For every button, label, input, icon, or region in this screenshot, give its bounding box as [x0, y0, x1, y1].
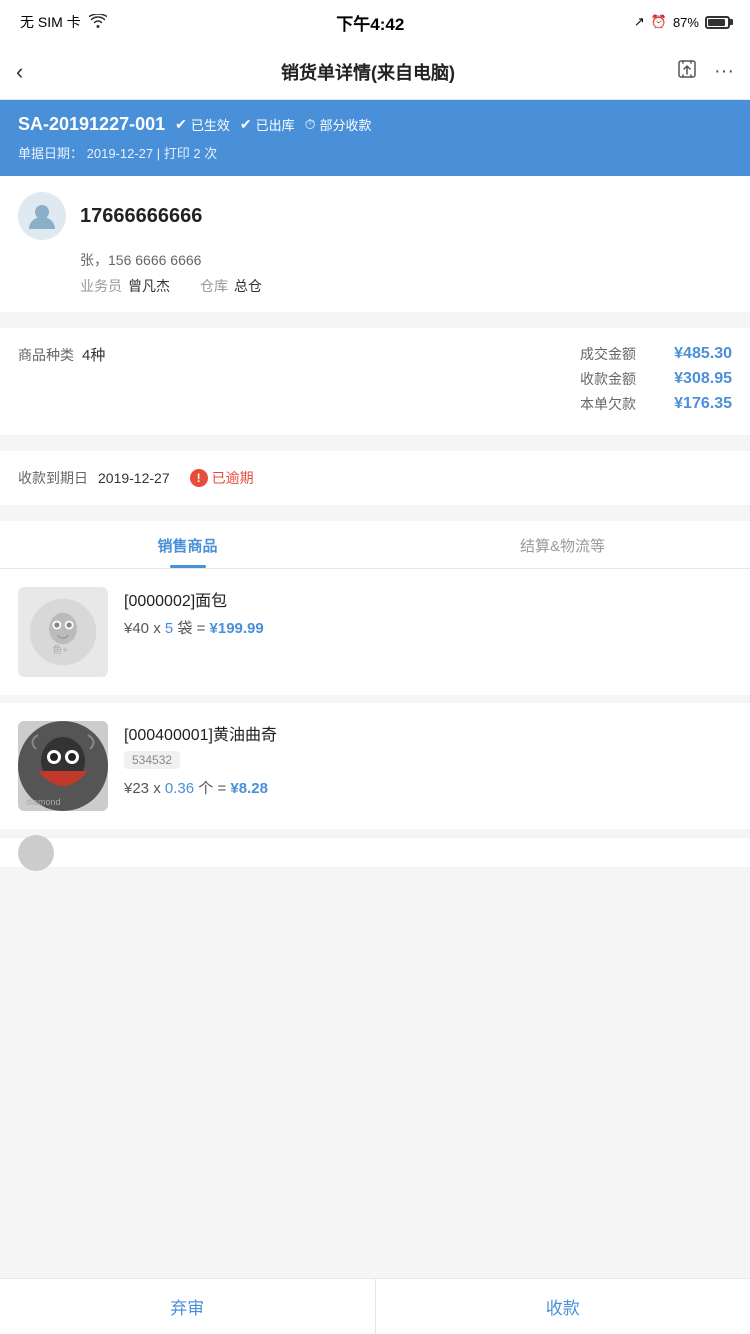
tab-settlement-logistics[interactable]: 结算&物流等: [375, 521, 750, 568]
cancel-button[interactable]: 弃审: [0, 1279, 376, 1334]
customer-section: 17666666666 张，156 6666 6666 业务员 曾凡杰 仓库 总…: [0, 176, 750, 312]
more-products-hint: [0, 837, 750, 867]
overdue-icon: !: [190, 469, 208, 487]
product-thumb-1: 鱼+: [18, 587, 108, 677]
page-content: SA-20191227-001 ✔ 已生效 ✔ 已出库 ⏱ 部分收款 单据日期：…: [0, 100, 750, 927]
status-time: 下午4:42: [336, 10, 404, 35]
product-code-name-2: [000400001]黄油曲奇: [124, 721, 732, 745]
status-partial-payment: ⏱ 部分收款: [305, 115, 372, 134]
due-date: 2019-12-27: [98, 470, 170, 486]
category-info: 商品种类 4种: [18, 344, 105, 365]
overdue-badge: ! 已逾期: [180, 465, 264, 491]
check-icon-1: ✔: [175, 116, 187, 133]
status-effective: ✔ 已生效: [175, 115, 230, 134]
order-number: SA-20191227-001: [18, 114, 165, 135]
amounts: 成交金额 ¥485.30 收款金额 ¥308.95 本单欠款 ¥176.35: [580, 344, 732, 419]
nav-bar: ‹ 销货单详情(来自电脑) ···: [0, 44, 750, 100]
order-header-banner: SA-20191227-001 ✔ 已生效 ✔ 已出库 ⏱ 部分收款 单据日期：…: [0, 100, 750, 176]
warehouse: 总仓: [234, 276, 262, 296]
share-icon[interactable]: [676, 58, 698, 86]
bottom-bar: 弃审 收款: [0, 1278, 750, 1334]
banner-top: SA-20191227-001 ✔ 已生效 ✔ 已出库 ⏱ 部分收款: [18, 114, 732, 135]
back-button[interactable]: ‹: [16, 50, 60, 94]
status-left: 无 SIM 卡: [20, 12, 107, 32]
svg-text:鱼+: 鱼+: [53, 644, 69, 656]
no-sim-text: 无 SIM 卡: [20, 12, 81, 32]
customer-name-phone: 张，156 6666 6666: [80, 250, 732, 270]
overdue-text: 已逾期: [212, 468, 254, 488]
summary-section: 商品种类 4种 成交金额 ¥485.30 收款金额 ¥308.95 本单欠款 ¥…: [0, 328, 750, 435]
product-tag-2: 534532: [124, 751, 180, 769]
more-icon[interactable]: ···: [714, 60, 734, 83]
status-shipped: ✔ 已出库: [240, 115, 295, 134]
product-qty-2: 0.36: [165, 780, 194, 797]
deal-amount-row: 成交金额 ¥485.30: [580, 344, 732, 364]
avatar: [18, 192, 66, 240]
debt-amount-row: 本单欠款 ¥176.35: [580, 394, 732, 414]
product-price-2: ¥23 x 0.36 个 = ¥8.28: [124, 777, 732, 798]
tab-sales-products[interactable]: 销售商品: [0, 521, 375, 568]
summary-grid: 商品种类 4种 成交金额 ¥485.30 收款金额 ¥308.95 本单欠款 ¥…: [18, 344, 732, 419]
battery-icon: [705, 16, 730, 29]
sales-person: 曾凡杰: [128, 276, 170, 296]
nav-actions: ···: [676, 58, 734, 86]
product-total-1: ¥199.99: [210, 620, 264, 637]
clock-icon: ⏱: [305, 116, 316, 133]
status-bar: 无 SIM 卡 下午4:42 ↗ ⏰ 87%: [0, 0, 750, 44]
page-title: 销货单详情(来自电脑): [281, 59, 455, 85]
order-date-line: 单据日期： 2019-12-27 | 打印 2 次: [18, 143, 732, 162]
product-qty-1: 5: [165, 620, 173, 637]
received-amount: ¥308.95: [652, 370, 732, 388]
product-code-name-1: [0000002]面包: [124, 587, 732, 611]
alarm-icon: ⏰: [651, 14, 667, 30]
status-tags: ✔ 已生效 ✔ 已出库 ⏱ 部分收款: [175, 115, 371, 134]
customer-phone: 17666666666: [80, 205, 202, 228]
product-info-1: [0000002]面包 ¥40 x 5 袋 = ¥199.99: [124, 587, 732, 638]
tabs-bar: 销售商品 结算&物流等: [0, 521, 750, 569]
confirm-button[interactable]: 收款: [376, 1279, 750, 1334]
svg-text:diamond: diamond: [26, 797, 61, 807]
check-icon-2: ✔: [240, 116, 252, 133]
location-icon: ↗: [634, 14, 645, 30]
customer-meta: 业务员 曾凡杰 仓库 总仓: [80, 276, 732, 296]
product-item-1: 鱼+ [0000002]面包 ¥40 x 5 袋 = ¥199.99: [0, 569, 750, 695]
debt-amount: ¥176.35: [652, 395, 732, 413]
wifi-icon: [89, 14, 107, 31]
customer-row: 17666666666: [18, 192, 732, 240]
product-price-1: ¥40 x 5 袋 = ¥199.99: [124, 617, 732, 638]
product-list: 鱼+ [0000002]面包 ¥40 x 5 袋 = ¥199.99: [0, 569, 750, 867]
category-count: 4种: [82, 344, 105, 365]
product-item-2: diamond [000400001]黄油曲奇 534532 ¥23 x 0.3…: [0, 703, 750, 829]
deal-amount: ¥485.30: [652, 345, 732, 363]
status-right: ↗ ⏰ 87%: [634, 14, 730, 30]
product-total-2: ¥8.28: [230, 780, 268, 797]
received-amount-row: 收款金额 ¥308.95: [580, 369, 732, 389]
product-info-2: [000400001]黄油曲奇 534532 ¥23 x 0.36 个 = ¥8…: [124, 721, 732, 798]
product-thumb-2: diamond: [18, 721, 108, 811]
battery-percent: 87%: [673, 15, 699, 30]
due-section: 收款到期日 2019-12-27 ! 已逾期: [0, 451, 750, 505]
